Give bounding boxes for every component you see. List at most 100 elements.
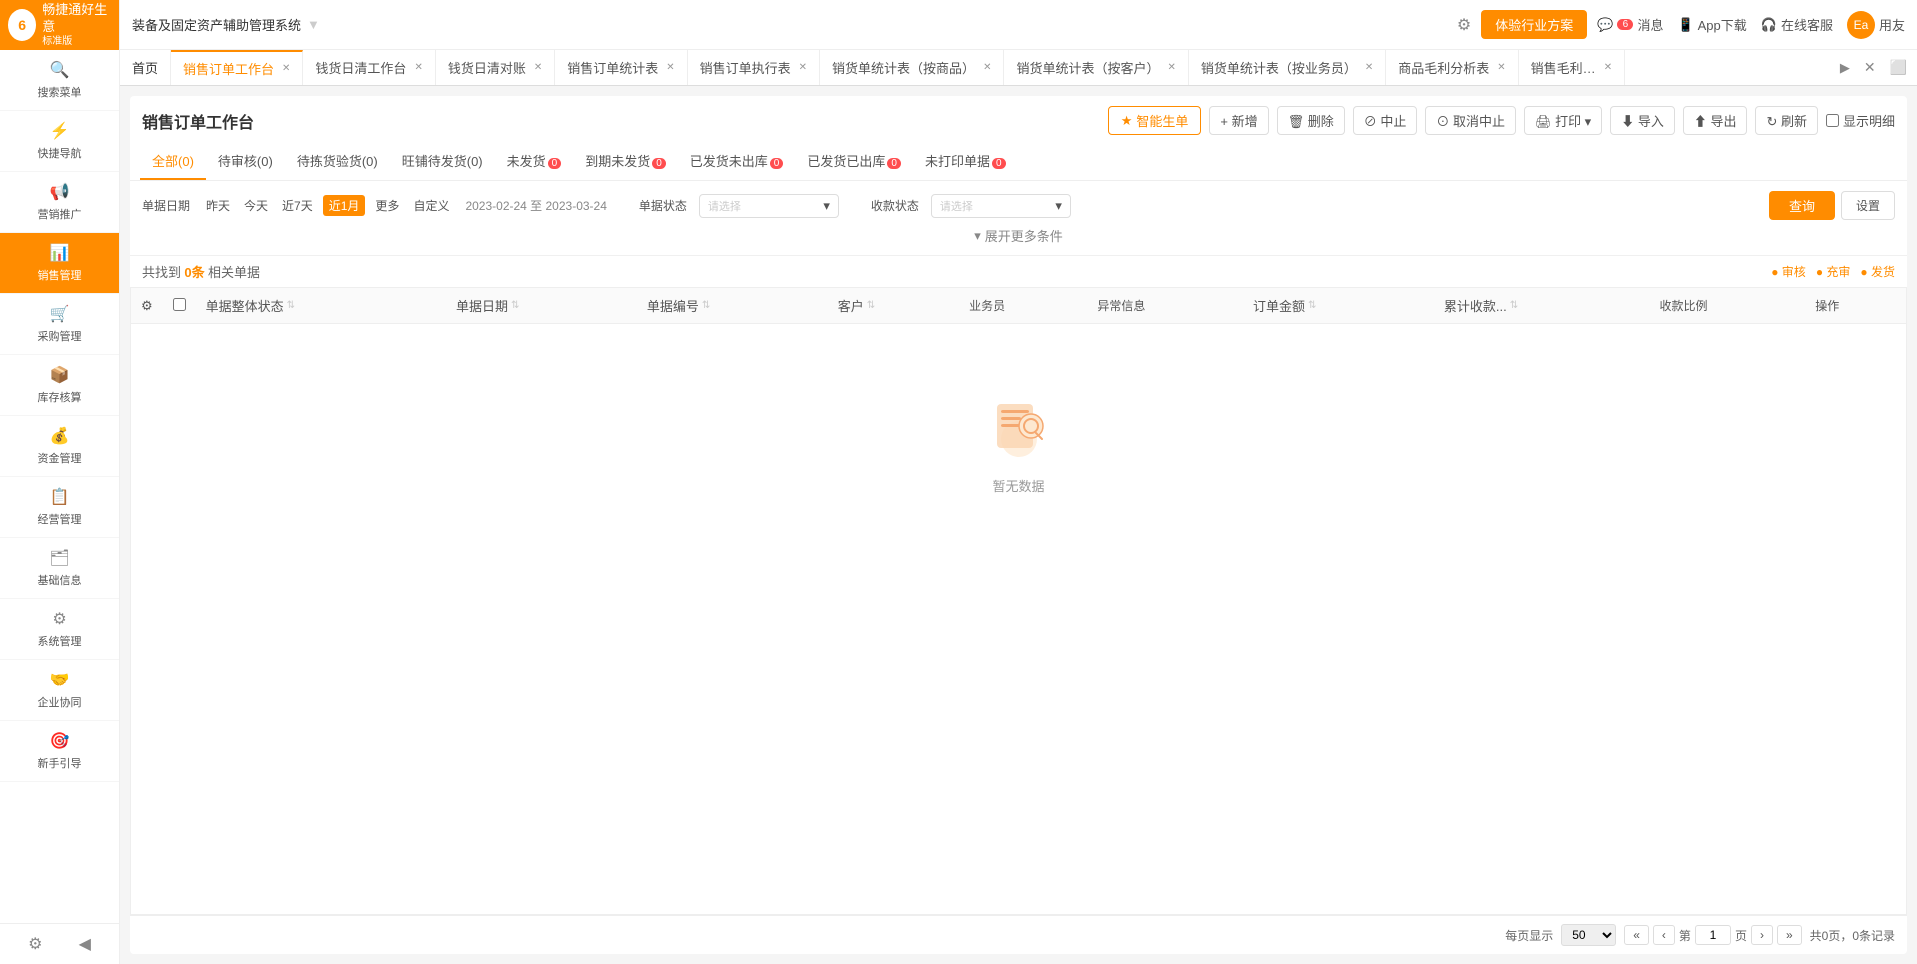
date-opt-more[interactable]: 更多 [371, 195, 403, 216]
tab-maximize-button[interactable]: ⬜ [1884, 57, 1913, 78]
tabbar-end-actions: ✕ ⬜ [1858, 57, 1917, 78]
show-detail-label[interactable]: 显示明细 [1826, 111, 1895, 130]
tab-close-sales-stats[interactable]: ✕ [666, 62, 674, 73]
user-action[interactable]: Ea 用友 [1847, 11, 1905, 39]
sidebar-logo: 6 畅捷通好生意 标准版 [0, 0, 119, 50]
per-page-select[interactable]: 50 10 20 100 [1561, 924, 1616, 946]
sidebar-item-finance[interactable]: 💰 资金管理 [0, 416, 119, 477]
sub-tab-全部[interactable]: 全部(0) [140, 143, 206, 180]
sidebar-item-guide[interactable]: 🎯 新手引导 [0, 721, 119, 782]
app-download-action[interactable]: 📱 App下载 [1677, 15, 1746, 34]
tab-label-sales-order: 销售订单工作台 [183, 59, 274, 78]
tab-sales-by-customer[interactable]: 销货单统计表（按客户）✕ [1004, 50, 1188, 86]
tabs-more-button[interactable]: ▶ [1832, 60, 1858, 76]
delete-button[interactable]: 🗑 删除 [1277, 106, 1345, 135]
show-detail-checkbox[interactable] [1826, 114, 1839, 127]
ship-action[interactable]: ● 发货 [1860, 263, 1895, 280]
sidebar-item-cooperation[interactable]: 🤝 企业协同 [0, 660, 119, 721]
tab-reconciliation[interactable]: 钱货日清对账✕ [436, 50, 555, 86]
sidebar-item-quick-nav[interactable]: ⚡ 快捷导航 [0, 111, 119, 172]
solution-button[interactable]: 体验行业方案 [1481, 10, 1587, 39]
sidebar-item-basic-info[interactable]: 🗂 基础信息 [0, 538, 119, 599]
tab-close-money-clear[interactable]: ✕ [414, 62, 422, 73]
sales-icon: 📊 [50, 243, 70, 263]
tab-close-sales-by-product[interactable]: ✕ [983, 62, 991, 73]
tab-home[interactable]: 首页 [120, 50, 171, 86]
tab-close-sales-order[interactable]: ✕ [282, 63, 290, 74]
sub-tab-待审核[interactable]: 待审核(0) [206, 143, 285, 180]
date-opt-today[interactable]: 今天 [240, 195, 272, 216]
tab-sales-stats[interactable]: 销售订单统计表✕ [555, 50, 687, 86]
tab-money-clear[interactable]: 钱货日清工作台✕ [303, 50, 435, 86]
page-label: 第 [1679, 927, 1691, 944]
sidebar-item-search[interactable]: 🔍 搜索菜单 [0, 50, 119, 111]
page-title: 销售订单工作台 [142, 109, 254, 133]
message-action[interactable]: 💬 6 消息 [1597, 15, 1663, 34]
query-button[interactable]: 查询 [1769, 191, 1835, 220]
status-select[interactable]: 请选择 ▾ [699, 194, 839, 218]
headset-icon: 🎧 [1761, 17, 1777, 33]
tab-sales-order[interactable]: 销售订单工作台 ✕ [171, 50, 303, 86]
date-opt-yesterday[interactable]: 昨天 [202, 195, 234, 216]
topbar-settings-icon[interactable]: ⚙ [1457, 15, 1471, 35]
first-page-button[interactable]: « [1624, 925, 1649, 945]
date-opt-7days[interactable]: 近7天 [278, 195, 317, 216]
per-page-label: 每页显示 [1505, 927, 1553, 944]
sidebar-item-inventory[interactable]: 📦 库存核算 [0, 355, 119, 416]
sub-tab-未发货[interactable]: 未发货0 [495, 143, 574, 180]
tab-sales-by-staff[interactable]: 销货单统计表（按业务员）✕ [1189, 50, 1386, 86]
sub-tab-到期未发货[interactable]: 到期未发货0 [573, 143, 678, 180]
sidebar-item-sales[interactable]: 📊 销售管理 [0, 233, 119, 294]
page-number-input[interactable] [1695, 925, 1731, 945]
customer-service-action[interactable]: 🎧 在线客服 [1761, 15, 1833, 34]
approve-action[interactable]: ● 审核 [1771, 263, 1806, 280]
import-button[interactable]: ⬇ 导入 [1610, 106, 1675, 135]
add-button[interactable]: + 新增 [1209, 106, 1268, 135]
last-page-button[interactable]: » [1777, 925, 1802, 945]
date-opt-1month[interactable]: 近1月 [323, 195, 366, 216]
tab-profit-analysis[interactable]: 商品毛利分析表✕ [1386, 50, 1518, 86]
table-header-row: ⚙ 单据整体状态⇅ 单据日期⇅ 单据编号⇅ 客户⇅ 业务员 异常信息 订单金额⇅… [131, 288, 1906, 324]
sub-tab-待拣货验货[interactable]: 待拣货验货(0) [285, 143, 390, 180]
tab-sales-exec[interactable]: 销售订单执行表✕ [688, 50, 820, 86]
settings-col-icon[interactable]: ⚙ [141, 298, 153, 313]
sidebar-item-marketing[interactable]: 📢 营销推广 [0, 172, 119, 233]
sidebar-label-system: 系统管理 [38, 633, 82, 649]
collection-select[interactable]: 请选择 ▾ [931, 194, 1071, 218]
tab-close-sales-exec[interactable]: ✕ [799, 62, 807, 73]
prev-page-button[interactable]: ‹ [1653, 925, 1675, 945]
sidebar-item-purchase[interactable]: 🛒 采购管理 [0, 294, 119, 355]
unapprove-action[interactable]: ● 充审 [1816, 263, 1851, 280]
sub-tab-已发货已出库[interactable]: 已发货已出库0 [795, 143, 913, 180]
sub-tab-已发货未出库[interactable]: 已发货未出库0 [678, 143, 796, 180]
sub-tab-旺铺待发货[interactable]: 旺铺待发货(0) [390, 143, 495, 180]
cancel-stop-button[interactable]: ⊙ 取消中止 [1425, 106, 1516, 135]
next-page-button[interactable]: › [1751, 925, 1773, 945]
tab-minimize-button[interactable]: ✕ [1858, 57, 1882, 78]
tab-close-reconciliation[interactable]: ✕ [534, 62, 542, 73]
tab-close-sales-profit[interactable]: ✕ [1604, 62, 1612, 73]
tab-close-sales-by-staff[interactable]: ✕ [1365, 62, 1373, 73]
date-opt-custom[interactable]: 自定义 [409, 195, 453, 216]
tab-close-sales-by-customer[interactable]: ✕ [1167, 62, 1175, 73]
page-of-label: 页 [1735, 927, 1747, 944]
filter-setting-button[interactable]: 设置 [1841, 191, 1895, 220]
table-count: 共找到 0条 相关单据 [142, 262, 260, 281]
print-button[interactable]: 🖨 打印 ▾ [1524, 106, 1602, 135]
stop-button[interactable]: ⊘ 中止 [1353, 106, 1418, 135]
smart-create-button[interactable]: ★ 智能生单 [1108, 106, 1202, 135]
sub-tab-未打印单据[interactable]: 未打印单据0 [913, 143, 1018, 180]
tab-close-profit-analysis[interactable]: ✕ [1497, 62, 1505, 73]
collapse-icon[interactable]: ◀ [79, 934, 91, 954]
tabbar: 首页销售订单工作台✕钱货日清工作台✕钱货日清对账✕销售订单统计表✕销售订单执行表… [120, 50, 1917, 86]
tab-sales-by-product[interactable]: 销货单统计表（按商品）✕ [820, 50, 1004, 86]
empty-illustration [979, 384, 1059, 464]
expand-more-btn[interactable]: ▾ 展开更多条件 [142, 226, 1895, 245]
tab-sales-profit[interactable]: 销售毛利…✕ [1519, 50, 1625, 86]
sidebar-item-system[interactable]: ⚙ 系统管理 [0, 599, 119, 660]
select-all-checkbox[interactable] [173, 298, 186, 311]
settings-bottom-icon[interactable]: ⚙ [28, 934, 42, 954]
sidebar-item-operations[interactable]: 📋 经营管理 [0, 477, 119, 538]
refresh-button[interactable]: ↻ 刷新 [1755, 106, 1818, 135]
export-button[interactable]: ⬆ 导出 [1683, 106, 1748, 135]
